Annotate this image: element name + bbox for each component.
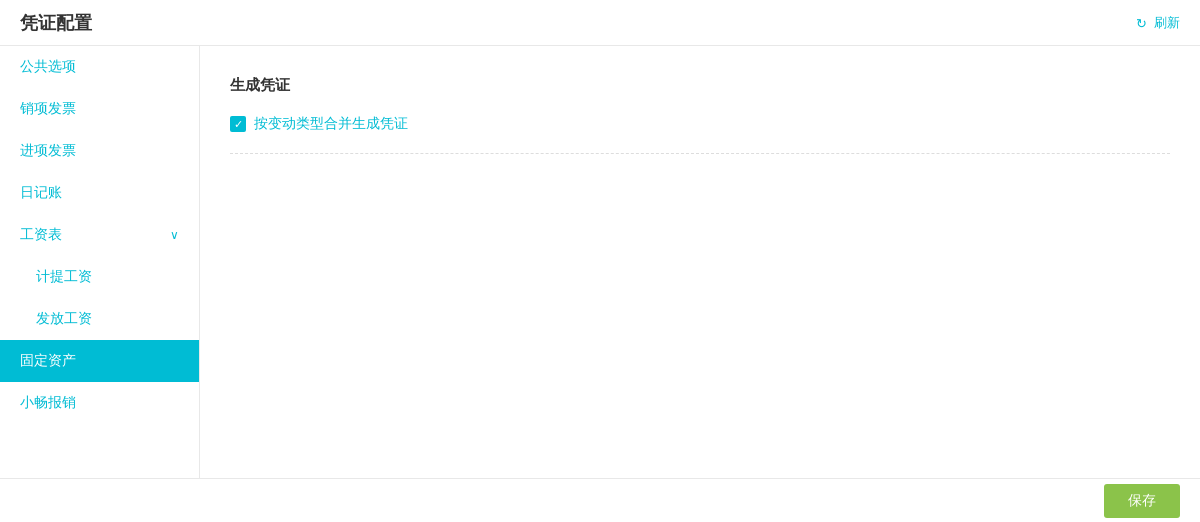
checkbox-row: ✓ 按变动类型合并生成凭证	[230, 115, 1170, 133]
page-title: 凭证配置	[20, 11, 92, 35]
content-area: 生成凭证 ✓ 按变动类型合并生成凭证	[200, 46, 1200, 478]
page-footer: 保存	[0, 478, 1200, 522]
merge-by-type-checkbox[interactable]: ✓	[230, 116, 246, 132]
sidebar-item-label: 工资表	[20, 226, 62, 244]
sidebar-item-payroll-accrual[interactable]: 计提工资	[0, 256, 199, 298]
sidebar-item-expense-report[interactable]: 小畅报销	[0, 382, 199, 424]
sidebar-item-payroll-release[interactable]: 发放工资	[0, 298, 199, 340]
sidebar-item-label: 公共选项	[20, 58, 76, 76]
sidebar-item-label: 计提工资	[36, 268, 92, 286]
sidebar-item-label: 小畅报销	[20, 394, 76, 412]
refresh-icon: ↻	[1136, 16, 1150, 30]
sidebar-item-label: 发放工资	[36, 310, 92, 328]
sidebar-item-label: 进项发票	[20, 142, 76, 160]
sidebar-item-purchase-invoice[interactable]: 进项发票	[0, 130, 199, 172]
section-title: 生成凭证	[230, 76, 1170, 95]
refresh-button[interactable]: ↻ 刷新	[1136, 14, 1180, 32]
chevron-down-icon: ∨	[170, 228, 179, 242]
sidebar-item-label: 销项发票	[20, 100, 76, 118]
page-header: 凭证配置 ↻ 刷新	[0, 0, 1200, 46]
main-layout: 公共选项 销项发票 进项发票 日记账 工资表 ∨ 计提工资 发放工资 固定资产 …	[0, 46, 1200, 478]
sidebar-item-label: 固定资产	[20, 352, 76, 370]
checkmark-icon: ✓	[234, 119, 243, 130]
sidebar-item-fixed-assets[interactable]: 固定资产	[0, 340, 199, 382]
checkbox-label[interactable]: 按变动类型合并生成凭证	[254, 115, 408, 133]
save-button[interactable]: 保存	[1104, 484, 1180, 518]
sidebar-item-journal[interactable]: 日记账	[0, 172, 199, 214]
sidebar-item-label: 日记账	[20, 184, 62, 202]
refresh-label: 刷新	[1154, 14, 1180, 32]
sidebar-item-payroll[interactable]: 工资表 ∨	[0, 214, 199, 256]
section-divider	[230, 153, 1170, 154]
sidebar-item-sales-invoice[interactable]: 销项发票	[0, 88, 199, 130]
sidebar: 公共选项 销项发票 进项发票 日记账 工资表 ∨ 计提工资 发放工资 固定资产 …	[0, 46, 200, 478]
sidebar-item-public[interactable]: 公共选项	[0, 46, 199, 88]
